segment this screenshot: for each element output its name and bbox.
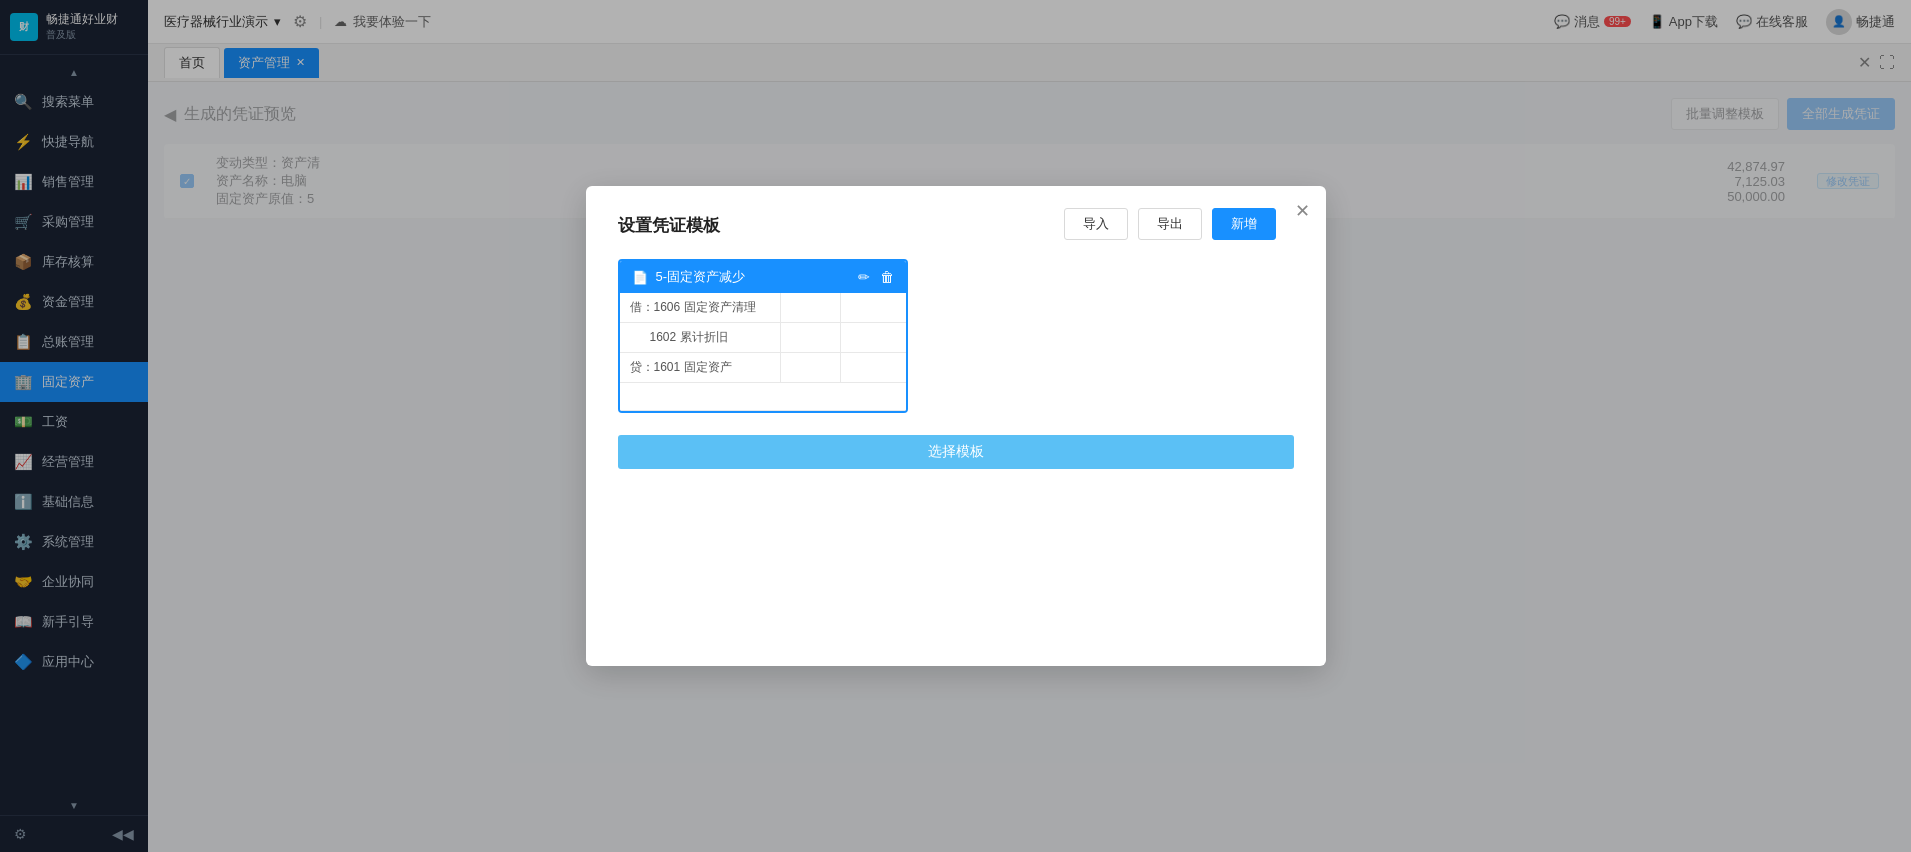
main-area: 医疗器械行业演示 ▾ ⚙ | ☁ 我要体验一下 💬 消息 99+ 📱 App下载… [148, 0, 1911, 852]
template-entry-row-1: 借：1606 固定资产清理 [620, 293, 906, 323]
entry-credit-2 [840, 323, 900, 352]
select-template-button[interactable]: 选择模板 [618, 435, 1294, 469]
entry-credit-1 [840, 293, 900, 322]
entry-label-1: 借：1606 固定资产清理 [620, 293, 780, 322]
export-button[interactable]: 导出 [1138, 208, 1202, 240]
modal-toolbar: 导入 导出 新增 [1064, 208, 1276, 240]
template-name: 5-固定资产减少 [656, 268, 746, 286]
import-button[interactable]: 导入 [1064, 208, 1128, 240]
template-card: 📄 5-固定资产减少 ✏ 🗑 借：1606 固定资产清理 [618, 259, 908, 413]
template-card-header: 📄 5-固定资产减少 ✏ 🗑 [620, 261, 906, 293]
template-entry-row-2: 1602 累计折旧 [620, 323, 906, 353]
new-button[interactable]: 新增 [1212, 208, 1276, 240]
content-area: ◀ 生成的凭证预览 批量调整模板 全部生成凭证 ✓ 变动类型：资产清 资产名称：… [148, 82, 1911, 852]
entry-debit-2 [780, 323, 840, 352]
modal-backdrop: 设置凭证模板 导入 导出 新增 ✕ 📄 5-固定资产减少 [148, 82, 1911, 852]
template-delete-icon[interactable]: 🗑 [880, 269, 894, 285]
template-header-left: 📄 5-固定资产减少 [632, 268, 746, 286]
template-body: 借：1606 固定资产清理 1602 累计折旧 贷：1601 固定资产 [620, 293, 906, 411]
template-header-actions: ✏ 🗑 [858, 269, 894, 285]
template-edit-icon[interactable]: ✏ [858, 269, 870, 285]
entry-label-2: 1602 累计折旧 [620, 323, 780, 352]
entry-debit-3 [780, 353, 840, 382]
template-entry-row-3: 贷：1601 固定资产 [620, 353, 906, 383]
modal-close-button[interactable]: ✕ [1295, 200, 1310, 222]
template-doc-icon: 📄 [632, 270, 648, 285]
entry-debit-1 [780, 293, 840, 322]
entry-label-3: 贷：1601 固定资产 [620, 353, 780, 382]
entry-credit-3 [840, 353, 900, 382]
template-empty-row [620, 383, 906, 411]
set-template-modal: 设置凭证模板 导入 导出 新增 ✕ 📄 5-固定资产减少 [586, 186, 1326, 666]
